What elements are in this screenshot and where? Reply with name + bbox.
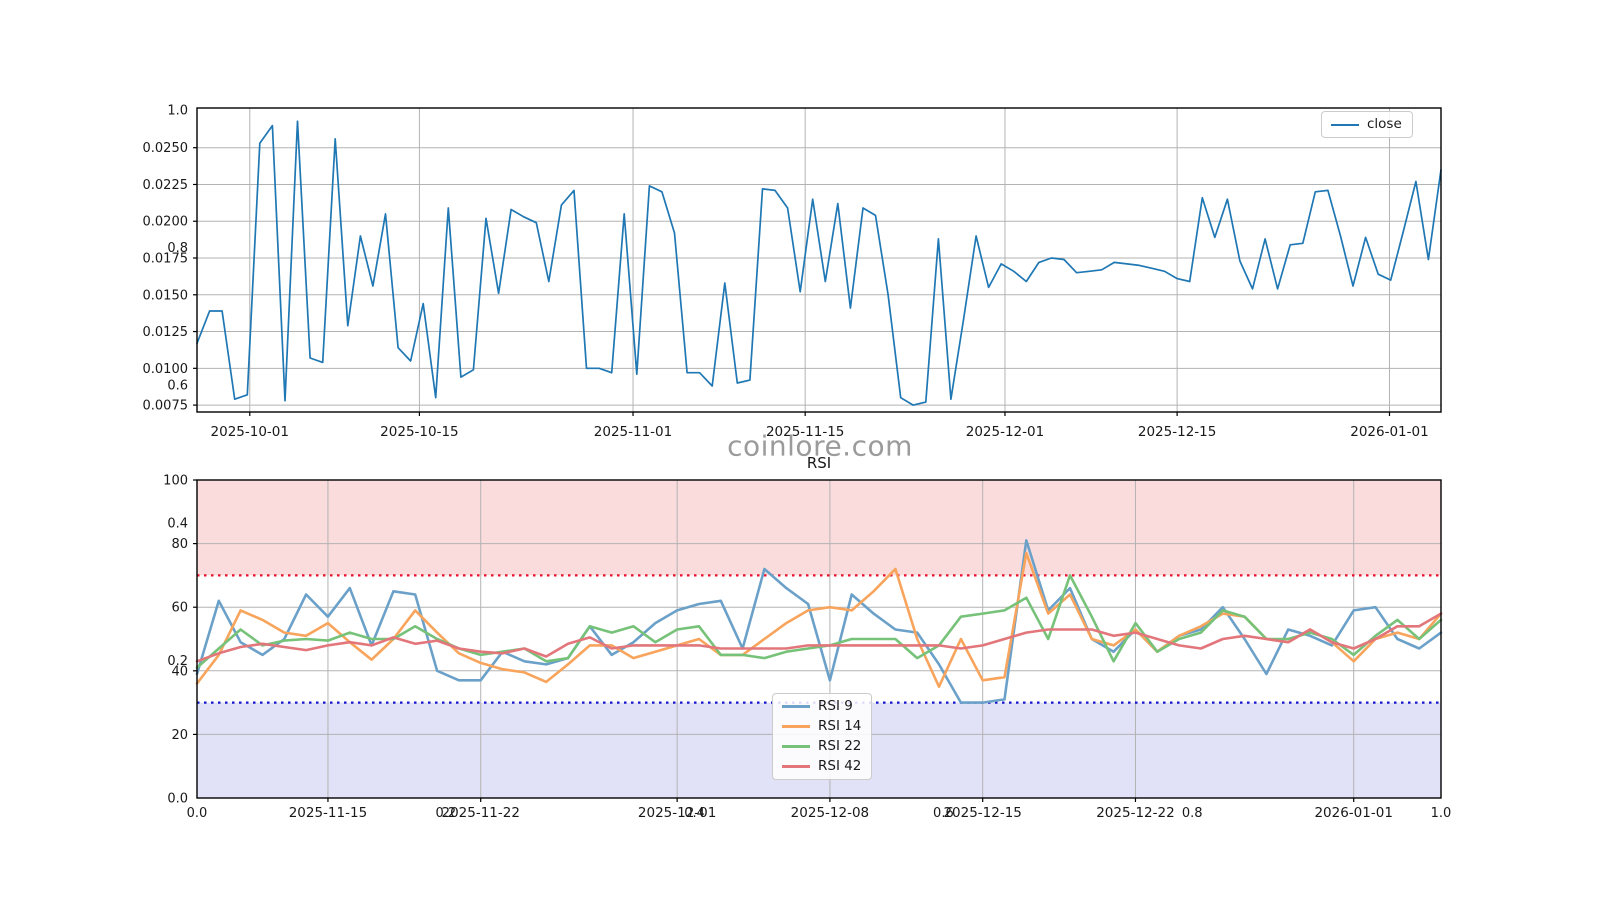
svg-text:0.0200: 0.0200 [143, 215, 189, 230]
price-chart: 0.00750.01000.01250.01500.01750.02000.02… [143, 107, 1442, 440]
rsi-legend: RSI 9 RSI 14 RSI 22 RSI 42 [772, 693, 873, 780]
legend-label-rsi-9: RSI 9 [818, 698, 853, 714]
legend-label-rsi-14: RSI 14 [818, 718, 862, 734]
overbought-band [197, 480, 1441, 576]
svg-text:0.0075: 0.0075 [143, 399, 189, 414]
svg-text:2025-10-15: 2025-10-15 [380, 424, 458, 440]
rsi9-line-swatch [782, 705, 810, 708]
legend-item-rsi-22: RSI 22 [782, 739, 861, 754]
svg-text:2025-12-01: 2025-12-01 [966, 424, 1044, 440]
legend-label-rsi-42: RSI 42 [818, 758, 862, 774]
svg-text:2026-01-01: 2026-01-01 [1350, 424, 1428, 440]
svg-text:2025-10-01: 2025-10-01 [211, 424, 289, 440]
svg-text:0.4: 0.4 [684, 806, 705, 821]
legend-item-rsi-9: RSI 9 [782, 699, 861, 714]
svg-text:0.8: 0.8 [1182, 806, 1203, 821]
legend-item-rsi-14: RSI 14 [782, 719, 861, 734]
svg-text:2025-12-15: 2025-12-15 [1138, 424, 1216, 440]
legend-label-close: close [1367, 116, 1402, 132]
rsi22-line-swatch [782, 745, 810, 748]
svg-text:2025-12-08: 2025-12-08 [791, 805, 869, 821]
close-line-swatch [1331, 123, 1359, 126]
legend-label-rsi-22: RSI 22 [818, 738, 862, 754]
svg-text:0.8: 0.8 [167, 241, 188, 256]
price-chart-series-close [196, 120, 1442, 406]
svg-text:0.2: 0.2 [435, 806, 456, 821]
svg-text:2025-11-01: 2025-11-01 [594, 424, 672, 440]
svg-text:0.6: 0.6 [167, 379, 188, 394]
svg-text:0.6: 0.6 [933, 806, 954, 821]
svg-text:2025-12-22: 2025-12-22 [1096, 805, 1174, 821]
svg-text:100: 100 [163, 474, 188, 489]
rsi14-line-swatch [782, 725, 810, 728]
price-legend: close [1321, 111, 1413, 138]
rsi-chart-title: RSI [806, 454, 832, 472]
legend-item-close: close [1331, 117, 1402, 132]
svg-text:0.0250: 0.0250 [143, 141, 189, 156]
svg-text:20: 20 [171, 728, 188, 743]
svg-text:1.0: 1.0 [167, 104, 188, 119]
svg-text:0.0125: 0.0125 [143, 325, 189, 340]
svg-text:80: 80 [171, 537, 188, 552]
svg-text:2025-12-15: 2025-12-15 [943, 805, 1021, 821]
chart-figure: 0.0075 0.0100 0.0125 0.0150 0.0175 0.0200 0.02… [0, 0, 1600, 900]
svg-text:60: 60 [171, 601, 188, 616]
svg-text:2026-01-01: 2026-01-01 [1314, 805, 1392, 821]
svg-text:1.0: 1.0 [1431, 806, 1452, 821]
svg-text:0.4: 0.4 [167, 516, 188, 531]
svg-text:0.0: 0.0 [187, 806, 208, 821]
svg-text:2025-11-15: 2025-11-15 [289, 805, 367, 821]
svg-text:0.0225: 0.0225 [143, 178, 189, 193]
legend-item-rsi-42: RSI 42 [782, 759, 861, 774]
svg-text:0.2: 0.2 [167, 654, 188, 669]
svg-text:0.0100: 0.0100 [143, 362, 189, 377]
svg-text:0.0150: 0.0150 [143, 288, 189, 303]
rsi42-line-swatch [782, 765, 810, 768]
svg-text:0.0: 0.0 [167, 792, 188, 807]
